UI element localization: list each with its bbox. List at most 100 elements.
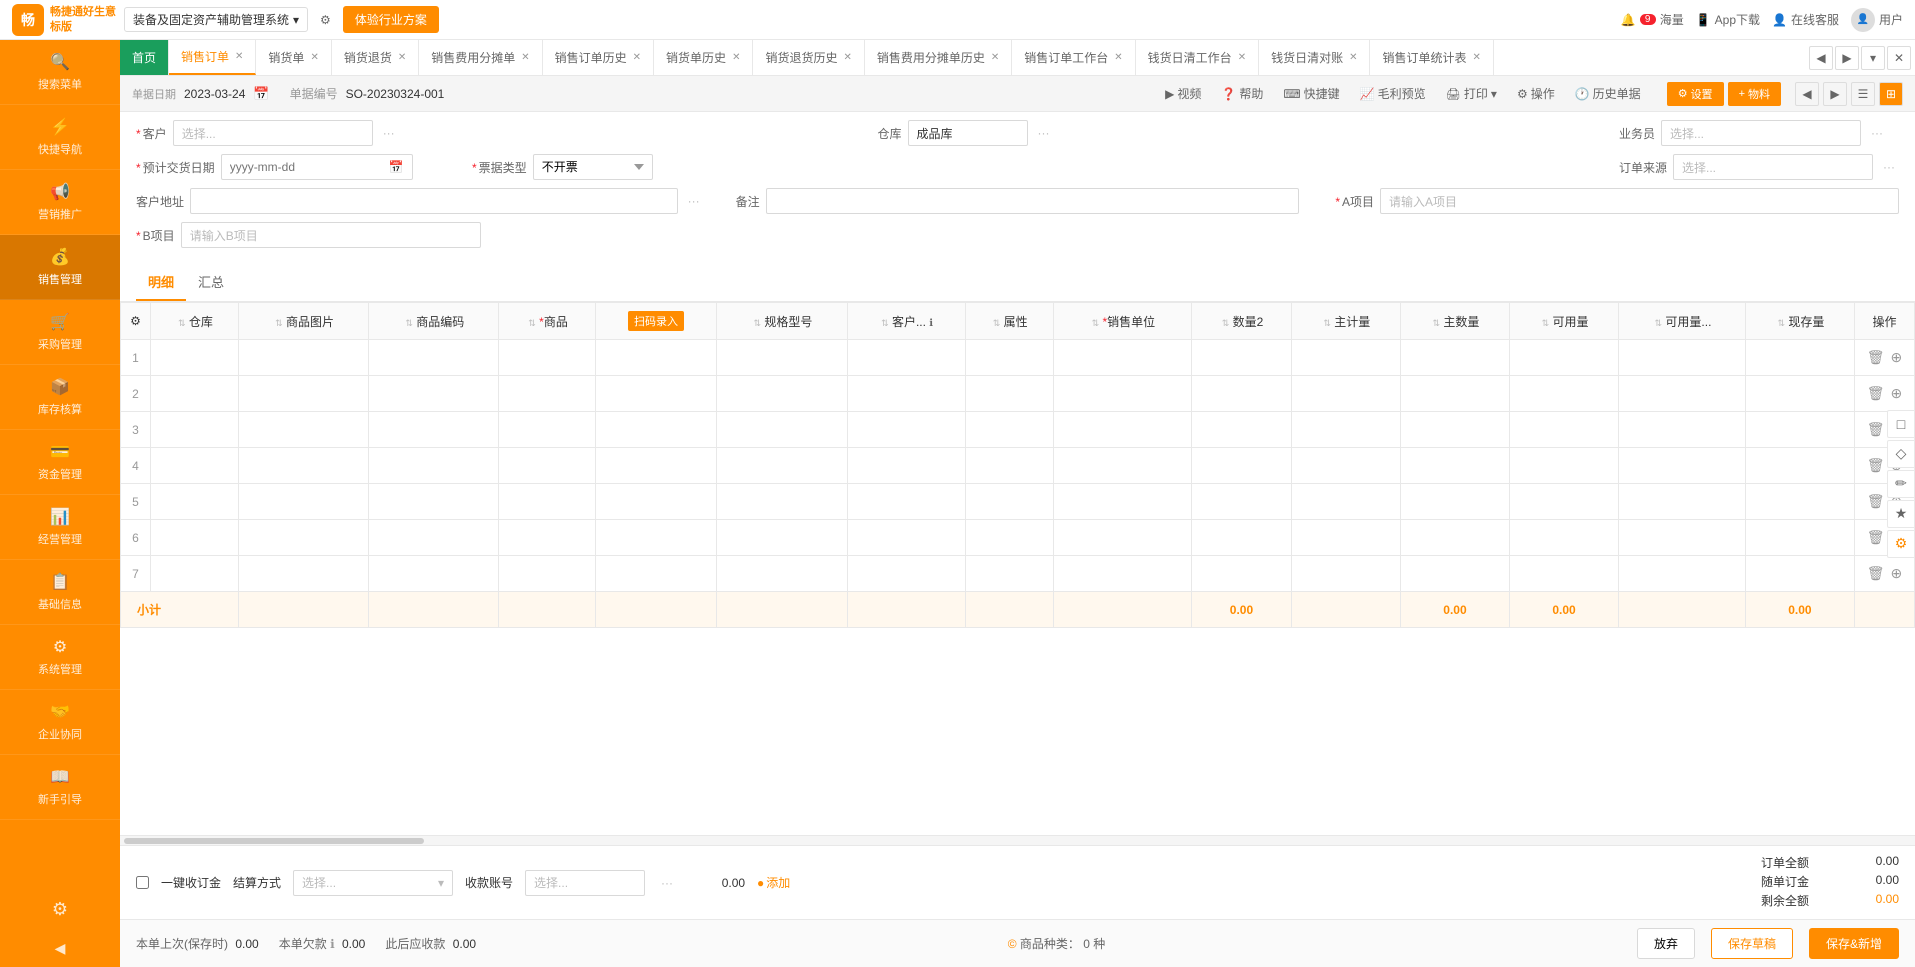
copy-row-icon[interactable]: ⊕ <box>1891 385 1903 402</box>
tab-sales-history[interactable]: 销售订单历史 ✕ <box>543 40 654 75</box>
delete-row-icon[interactable]: 🗑 <box>1867 493 1885 510</box>
tab-return-history-close[interactable]: ✕ <box>732 52 740 63</box>
tab-cash-daily-clear[interactable]: 钱货日清工作台 ✕ <box>1136 40 1259 75</box>
tab-close-all-btn[interactable]: ✕ <box>1887 46 1911 70</box>
tab-sales-order-close[interactable]: ✕ <box>235 51 243 62</box>
detail-tab-detail[interactable]: 明细 <box>136 264 186 301</box>
delivery-date-input[interactable]: 📅 <box>221 154 413 180</box>
delete-row-icon[interactable]: 🗑 <box>1867 457 1885 474</box>
tab-sales-refund-history[interactable]: 销货退货历史 ✕ <box>753 40 864 75</box>
scroll-thumb[interactable] <box>124 838 424 844</box>
add-payment-btn[interactable]: ● 添加 <box>757 874 790 891</box>
warehouse-input[interactable]: 成品库 <box>908 120 1028 146</box>
sidebar-item-capital[interactable]: 💳 资金管理 <box>0 430 120 495</box>
settings-icon-btn[interactable]: ⚙ <box>316 9 335 31</box>
one-click-checkout-checkbox[interactable] <box>136 876 149 889</box>
tab-sales-order[interactable]: 销售订单 ✕ <box>169 40 256 75</box>
sidebar-item-system[interactable]: ⚙ 系统管理 <box>0 625 120 690</box>
customer-more-icon[interactable]: ··· <box>383 126 395 140</box>
print-btn[interactable]: 🖨 打印 ▾ <box>1440 82 1503 105</box>
right-float-icon-3[interactable]: ✏ <box>1887 470 1915 498</box>
copy-row-icon[interactable]: ⊕ <box>1891 565 1903 582</box>
sidebar-item-operations[interactable]: 📊 经营管理 <box>0 495 120 560</box>
list-view-btn[interactable]: ☰ <box>1851 82 1875 106</box>
a-project-input[interactable]: 请输入A项目 <box>1380 188 1899 214</box>
warehouse-more-icon[interactable]: ··· <box>1038 126 1050 140</box>
sidebar-item-marketing[interactable]: 📢 营销推广 <box>0 170 120 235</box>
tab-fee-split-history[interactable]: 销售费用分摊单历史 ✕ <box>865 40 1012 75</box>
tab-sales-return-close[interactable]: ✕ <box>310 52 318 63</box>
address-more-icon[interactable]: ··· <box>688 194 700 208</box>
delete-row-icon[interactable]: 🗑 <box>1867 565 1885 582</box>
right-float-icon-5[interactable]: ⚙ <box>1887 530 1915 558</box>
salesperson-more-icon[interactable]: ··· <box>1871 126 1883 140</box>
order-source-more-icon[interactable]: ··· <box>1883 160 1895 174</box>
view-btn[interactable]: ▶ 视频 <box>1159 82 1207 105</box>
sidebar-item-search-menu[interactable]: 🔍 搜索菜单 <box>0 40 120 105</box>
notifications-btn[interactable]: 🔔 9 海量 <box>1621 11 1684 28</box>
grid-view-btn[interactable]: ⊞ <box>1879 82 1903 106</box>
tab-fee-split-close[interactable]: ✕ <box>521 52 529 63</box>
history-btn[interactable]: 🕐 历史单据 <box>1569 82 1647 105</box>
nav-next-btn[interactable]: ▶ <box>1823 82 1847 106</box>
operations-btn[interactable]: ⚙ 操作 <box>1511 82 1561 105</box>
shortcut-btn[interactable]: ⌨ 快捷键 <box>1277 82 1345 105</box>
right-float-icon-1[interactable]: □ <box>1887 410 1915 438</box>
delete-row-icon[interactable]: 🗑 <box>1867 349 1885 366</box>
tab-order-workbench[interactable]: 销售订单工作台 ✕ <box>1012 40 1135 75</box>
detail-tab-summary[interactable]: 汇总 <box>186 264 236 301</box>
tab-sales-fee-split[interactable]: 销售费用分摊单 ✕ <box>419 40 542 75</box>
tab-sales-history-close[interactable]: ✕ <box>633 52 641 63</box>
sidebar-item-quick-nav[interactable]: ⚡ 快捷导航 <box>0 105 120 170</box>
tab-sales-stats[interactable]: 销售订单统计表 ✕ <box>1370 40 1493 75</box>
delete-row-icon[interactable]: 🗑 <box>1867 385 1885 402</box>
tab-refund-history-close[interactable]: ✕ <box>843 52 851 63</box>
delivery-date-text[interactable] <box>230 160 385 174</box>
sidebar-collapse-btn[interactable]: ◀ <box>0 930 120 967</box>
payment-method-input[interactable]: 选择... ▾ <box>293 870 453 896</box>
save-draft-btn[interactable]: 保存草稿 <box>1711 928 1793 959</box>
sidebar-item-sales[interactable]: 💰 销售管理 <box>0 235 120 300</box>
order-source-input[interactable]: 选择... <box>1673 154 1873 180</box>
tab-cash-reconcile-close[interactable]: ✕ <box>1349 52 1357 63</box>
delete-row-icon[interactable]: 🗑 <box>1867 529 1885 546</box>
invoice-type-select[interactable]: 不开票 <box>533 154 653 180</box>
collection-more-icon[interactable]: ··· <box>661 876 673 890</box>
tab-sales-refund-close[interactable]: ✕ <box>398 52 406 63</box>
customer-address-input[interactable] <box>190 188 678 214</box>
sidebar-item-guide[interactable]: 📖 新手引导 <box>0 755 120 820</box>
tab-home[interactable]: 首页 <box>120 40 169 75</box>
remarks-input[interactable] <box>766 188 1300 214</box>
industry-btn[interactable]: 体验行业方案 <box>343 6 439 33</box>
collection-account-input[interactable]: 选择... <box>525 870 645 896</box>
tab-sales-return[interactable]: 销货单 ✕ <box>256 40 331 75</box>
sidebar-item-purchase[interactable]: 🛒 采购管理 <box>0 300 120 365</box>
nav-prev-btn[interactable]: ◀ <box>1795 82 1819 106</box>
tab-order-workbench-close[interactable]: ✕ <box>1114 52 1122 63</box>
app-download-btn[interactable]: 📱 App下载 <box>1696 11 1760 28</box>
calendar-icon[interactable]: 📅 <box>253 86 269 102</box>
system-selector[interactable]: 装备及固定资产辅助管理系统 ▾ <box>124 7 308 32</box>
sidebar-item-enterprise[interactable]: 🤝 企业协同 <box>0 690 120 755</box>
b-project-input[interactable]: 请输入B项目 <box>181 222 481 248</box>
tab-sales-stats-close[interactable]: ✕ <box>1473 52 1481 63</box>
online-support-btn[interactable]: 👤 在线客服 <box>1772 11 1839 28</box>
tab-sales-refund[interactable]: 销货退货 ✕ <box>332 40 419 75</box>
discard-btn[interactable]: 放弃 <box>1637 928 1695 959</box>
sidebar-item-basic-info[interactable]: 📋 基础信息 <box>0 560 120 625</box>
tab-cash-clear-close[interactable]: ✕ <box>1238 52 1246 63</box>
copy-row-icon[interactable]: ⊕ <box>1891 349 1903 366</box>
right-float-icon-2[interactable]: ◇ <box>1887 440 1915 468</box>
profit-preview-btn[interactable]: 📈 毛利预览 <box>1354 82 1432 105</box>
tab-cash-reconcile[interactable]: 钱货日清对账 ✕ <box>1259 40 1370 75</box>
right-float-icon-4[interactable]: ★ <box>1887 500 1915 528</box>
settings-panel-btn[interactable]: ⚙ 设置 <box>1667 82 1724 106</box>
tab-sales-return-history[interactable]: 销货单历史 ✕ <box>654 40 753 75</box>
delete-row-icon[interactable]: 🗑 <box>1867 421 1885 438</box>
tab-next-btn[interactable]: ▶ <box>1835 46 1859 70</box>
tab-fee-split-history-close[interactable]: ✕ <box>991 52 999 63</box>
customer-input[interactable]: 选择... <box>173 120 373 146</box>
salesperson-input[interactable]: 选择... <box>1661 120 1861 146</box>
help-btn[interactable]: ❓ 帮助 <box>1215 82 1269 105</box>
tab-prev-btn[interactable]: ◀ <box>1809 46 1833 70</box>
